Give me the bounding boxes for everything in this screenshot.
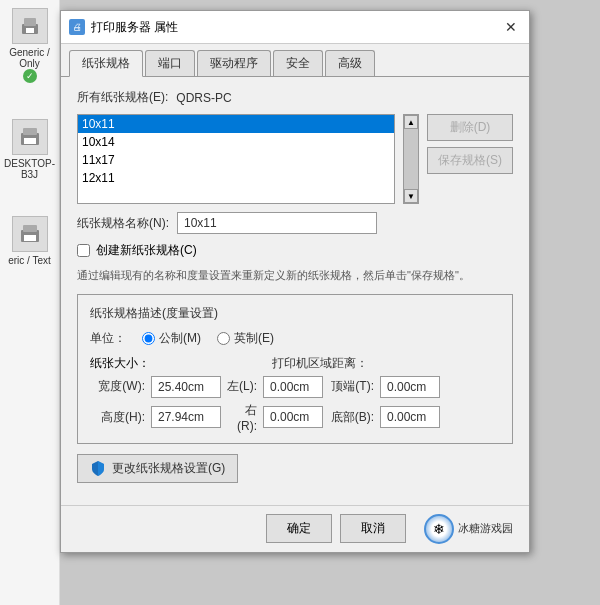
delete-button[interactable]: 删除(D) (427, 114, 513, 141)
top-input[interactable] (380, 376, 440, 398)
sidebar-item-3[interactable]: eric / Text (0, 208, 59, 274)
logo-area: ❄ 冰糖游戏园 (424, 514, 513, 544)
svg-rect-1 (24, 18, 36, 26)
measure-row-1: 宽度(W): 左(L): 顶端(T): (90, 376, 500, 398)
left-input[interactable] (263, 376, 323, 398)
sidebar: Generic / Only ✓ DESKTOP-B3J eric / Text (0, 0, 60, 605)
printer-icon-1 (12, 8, 48, 44)
width-label: 宽度(W): (90, 378, 145, 395)
scroll-track (404, 129, 418, 189)
dialog-title: 打印服务器 属性 (91, 19, 178, 36)
shield-icon (90, 460, 106, 476)
svg-rect-5 (24, 138, 36, 144)
scroll-up-btn[interactable]: ▲ (404, 115, 418, 129)
description-text: 通过编辑现有的名称和度量设置来重新定义新的纸张规格，然后单击"保存规格"。 (77, 267, 513, 284)
svg-rect-4 (23, 128, 37, 135)
imperial-radio[interactable] (217, 332, 230, 345)
svg-rect-2 (26, 28, 34, 33)
side-buttons: 删除(D) 保存规格(S) (427, 114, 513, 204)
unit-label: 单位： (90, 330, 126, 347)
measure-row-2: 高度(H): 右(R): 底部(B): (90, 402, 500, 433)
name-row: 纸张规格名称(N): (77, 212, 513, 234)
bottom-section: 更改纸张规格设置(G) (77, 454, 513, 483)
margin-header-label: 打印机区域距离： (272, 355, 372, 372)
measure-headers: 纸张大小： 打印机区域距离： (90, 355, 500, 372)
title-bar-left: 🖨 打印服务器 属性 (69, 19, 178, 36)
all-formats-label: 所有纸张规格(E): (77, 89, 168, 106)
create-new-label[interactable]: 创建新纸张规格(C) (96, 242, 197, 259)
sidebar-label-1: Generic / Only (4, 47, 55, 69)
svg-rect-8 (24, 235, 36, 241)
sidebar-label-3: eric / Text (8, 255, 51, 266)
all-formats-row: 所有纸张规格(E): QDRS-PC (77, 89, 513, 106)
name-label: 纸张规格名称(N): (77, 215, 169, 232)
tab-security[interactable]: 安全 (273, 50, 323, 76)
tab-advanced[interactable]: 高级 (325, 50, 375, 76)
desc-box-title: 纸张规格描述(度量设置) (90, 305, 500, 322)
title-bar: 🖨 打印服务器 属性 ✕ (61, 11, 529, 44)
svg-rect-7 (23, 225, 37, 232)
all-formats-value: QDRS-PC (176, 91, 231, 105)
list-item-1[interactable]: 10x14 (78, 133, 394, 151)
tab-content: 所有纸张规格(E): QDRS-PC 10x11 10x14 11x17 12x… (61, 77, 529, 505)
list-item-2[interactable]: 11x17 (78, 151, 394, 169)
bottom-input[interactable] (380, 406, 440, 428)
height-input[interactable] (151, 406, 221, 428)
listbox-scrollbar[interactable]: ▲ ▼ (403, 114, 419, 204)
tab-bar: 纸张规格 端口 驱动程序 安全 高级 (61, 44, 529, 77)
tab-paper[interactable]: 纸张规格 (69, 50, 143, 77)
ok-button[interactable]: 确定 (266, 514, 332, 543)
size-header-label: 纸张大小： (90, 355, 170, 372)
sidebar-label-2: DESKTOP-B3J (4, 158, 55, 180)
list-item-3[interactable]: 12x11 (78, 169, 394, 187)
printer-icon-2 (12, 119, 48, 155)
metric-radio[interactable] (142, 332, 155, 345)
scroll-down-btn[interactable]: ▼ (404, 189, 418, 203)
cancel-button[interactable]: 取消 (340, 514, 406, 543)
metric-radio-label[interactable]: 公制(M) (142, 330, 201, 347)
unit-radio-group: 单位： 公制(M) 英制(E) (90, 330, 500, 347)
tab-port[interactable]: 端口 (145, 50, 195, 76)
create-new-checkbox[interactable] (77, 244, 90, 257)
left-label: 左(L): (227, 378, 257, 395)
printer-icon-3 (12, 216, 48, 252)
dialog: 🖨 打印服务器 属性 ✕ 纸张规格 端口 驱动程序 安全 高级 所有纸张规格(E… (60, 10, 530, 553)
sidebar-item-2[interactable]: DESKTOP-B3J (0, 111, 59, 188)
green-check-icon: ✓ (23, 69, 37, 83)
create-checkbox-row: 创建新纸张规格(C) (77, 242, 513, 259)
close-button[interactable]: ✕ (501, 17, 521, 37)
paper-name-input[interactable] (177, 212, 377, 234)
bottom-label: 底部(B): (329, 409, 374, 426)
imperial-radio-label[interactable]: 英制(E) (217, 330, 274, 347)
logo-text: 冰糖游戏园 (458, 521, 513, 535)
logo-icon: ❄ (424, 514, 454, 544)
size-spacer (176, 355, 266, 372)
width-input[interactable] (151, 376, 221, 398)
top-label: 顶端(T): (329, 378, 374, 395)
tab-driver[interactable]: 驱动程序 (197, 50, 271, 76)
listbox-wrapper: 10x11 10x14 11x17 12x11 (77, 114, 395, 204)
height-label: 高度(H): (90, 409, 145, 426)
sidebar-item-1[interactable]: Generic / Only ✓ (0, 0, 59, 91)
printer-title-icon: 🖨 (69, 19, 85, 35)
list-item-0[interactable]: 10x11 (78, 115, 394, 133)
dialog-footer: 确定 取消 ❄ 冰糖游戏园 (61, 505, 529, 552)
listbox-section: 10x11 10x14 11x17 12x11 ▲ ▼ 删除(D) 保存规格(S… (77, 114, 513, 204)
change-settings-label: 更改纸张规格设置(G) (112, 460, 225, 477)
change-settings-button[interactable]: 更改纸张规格设置(G) (77, 454, 238, 483)
right-input[interactable] (263, 406, 323, 428)
save-format-button[interactable]: 保存规格(S) (427, 147, 513, 174)
paper-format-listbox[interactable]: 10x11 10x14 11x17 12x11 (77, 114, 395, 204)
paper-desc-box: 纸张规格描述(度量设置) 单位： 公制(M) 英制(E) 纸张大小： 打印机区域… (77, 294, 513, 444)
right-label: 右(R): (227, 402, 257, 433)
